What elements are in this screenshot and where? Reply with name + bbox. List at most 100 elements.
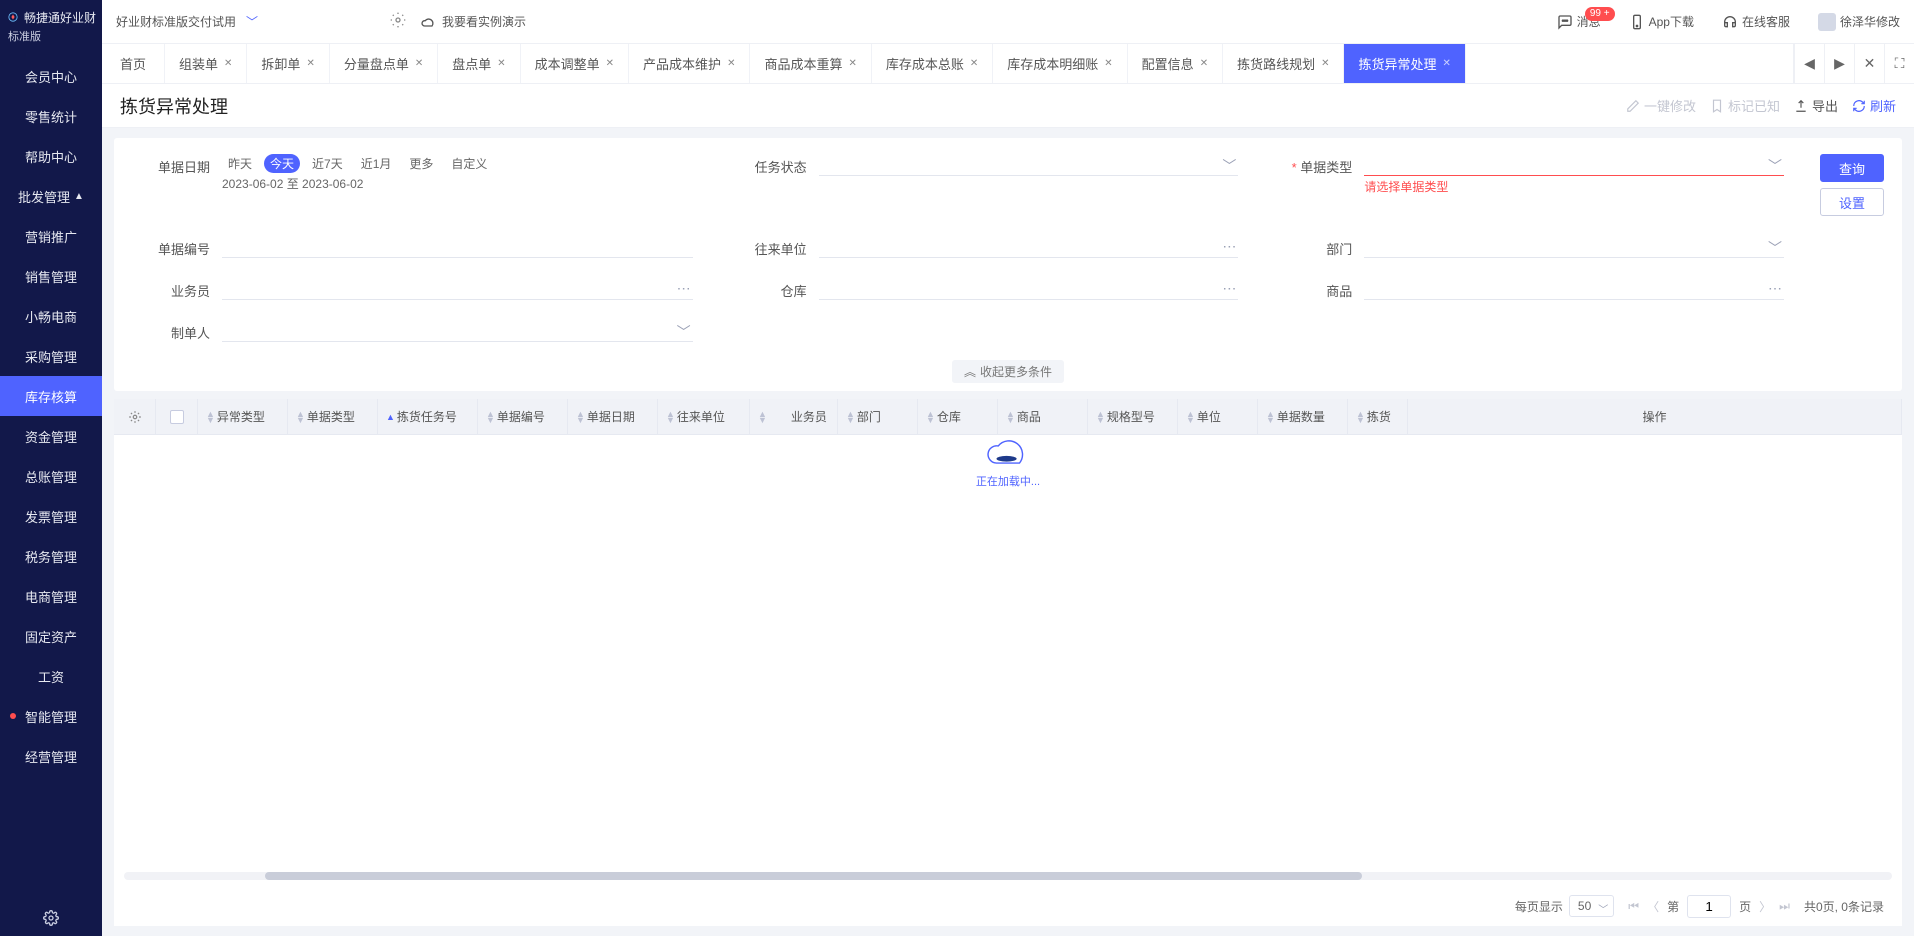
sidebar-item-wholesale[interactable]: 批发管理▲ bbox=[0, 176, 102, 216]
chevron-down-icon[interactable]: ﹀ bbox=[1222, 156, 1236, 176]
close-icon[interactable]: ✕ bbox=[306, 58, 314, 69]
date-tab-custom[interactable]: 自定义 bbox=[445, 154, 493, 173]
tab-assemble[interactable]: 组装单✕ bbox=[165, 44, 247, 83]
date-tab-more[interactable]: 更多 bbox=[403, 154, 439, 173]
chevron-down-icon[interactable]: ﹀ bbox=[677, 322, 691, 342]
more-icon[interactable]: ⋯ bbox=[1222, 280, 1236, 297]
tab-config[interactable]: 配置信息✕ bbox=[1128, 44, 1223, 83]
chevron-down-icon[interactable]: ﹀ bbox=[1768, 238, 1782, 258]
sidebar-item-fixed-assets[interactable]: 固定资产 bbox=[0, 616, 102, 656]
checkbox-header[interactable] bbox=[156, 399, 198, 434]
search-button[interactable]: 查询 bbox=[1820, 154, 1884, 182]
date-tab-last1m[interactable]: 近1月 bbox=[355, 154, 398, 173]
tab-close-all[interactable]: ✕ bbox=[1854, 44, 1884, 83]
sidebar-item-help[interactable]: 帮助中心 bbox=[0, 136, 102, 176]
date-tab-last7[interactable]: 近7天 bbox=[306, 154, 349, 173]
prev-page-button[interactable]: 〈 bbox=[1647, 898, 1659, 915]
tab-pick-route[interactable]: 拣货路线规划✕ bbox=[1223, 44, 1344, 83]
topbar-settings-button[interactable] bbox=[390, 12, 406, 31]
support-button[interactable]: 在线客服 bbox=[1722, 13, 1790, 30]
page-input[interactable] bbox=[1687, 895, 1731, 918]
date-tab-today[interactable]: 今天 bbox=[264, 154, 300, 173]
tab-disassemble[interactable]: 拆卸单✕ bbox=[247, 44, 329, 83]
sidebar-item-marketing[interactable]: 营销推广 bbox=[0, 216, 102, 256]
settings-button[interactable]: 设置 bbox=[1820, 188, 1884, 216]
col-warehouse[interactable]: ▲▼仓库 bbox=[918, 399, 998, 434]
more-icon[interactable]: ⋯ bbox=[1768, 280, 1782, 297]
fullscreen-button[interactable]: ⛶ bbox=[1884, 44, 1914, 83]
user-menu[interactable]: 徐泽华修改 bbox=[1818, 13, 1900, 31]
tab-inventory-detail[interactable]: 库存成本明细账✕ bbox=[993, 44, 1127, 83]
demo-link[interactable]: 我要看实例演示 bbox=[420, 13, 526, 30]
tab-partial-check[interactable]: 分量盘点单✕ bbox=[330, 44, 438, 83]
sidebar-item-tax[interactable]: 税务管理 bbox=[0, 536, 102, 576]
messages-button[interactable]: 消息 99 + bbox=[1557, 13, 1601, 30]
col-product[interactable]: ▲▼商品 bbox=[998, 399, 1088, 434]
sidebar-item-purchase[interactable]: 采购管理 bbox=[0, 336, 102, 376]
org-selector[interactable]: 好业财标准版交付试用 ﹀ bbox=[116, 13, 376, 30]
close-icon[interactable]: ✕ bbox=[606, 58, 614, 69]
chevron-down-icon[interactable]: ﹀ bbox=[1768, 156, 1782, 176]
tab-recalc[interactable]: 商品成本重算✕ bbox=[750, 44, 871, 83]
sidebar-item-biz-mgmt[interactable]: 经营管理 bbox=[0, 736, 102, 776]
close-icon[interactable]: ✕ bbox=[224, 58, 232, 69]
tab-pick-exception[interactable]: 拣货异常处理✕ bbox=[1344, 44, 1465, 83]
sidebar-item-ecommerce-mgmt[interactable]: 电商管理 bbox=[0, 576, 102, 616]
sidebar-item-salary[interactable]: 工资 bbox=[0, 656, 102, 696]
close-icon[interactable]: ✕ bbox=[415, 58, 423, 69]
department-select[interactable] bbox=[1364, 236, 1784, 258]
more-icon[interactable]: ⋯ bbox=[677, 280, 691, 297]
collapse-filters-button[interactable]: ︽ 收起更多条件 bbox=[952, 360, 1064, 383]
sidebar-item-funds[interactable]: 资金管理 bbox=[0, 416, 102, 456]
sidebar-item-invoice[interactable]: 发票管理 bbox=[0, 496, 102, 536]
col-doc-date[interactable]: ▲▼单据日期 bbox=[568, 399, 658, 434]
col-department[interactable]: ▲▼部门 bbox=[838, 399, 918, 434]
col-pick-task-no[interactable]: ▲拣货任务号 bbox=[378, 399, 478, 434]
col-unit[interactable]: ▲▼单位 bbox=[1178, 399, 1258, 434]
salesman-input[interactable] bbox=[222, 278, 693, 300]
tab-home[interactable]: 首页 bbox=[102, 44, 165, 83]
doc-no-input[interactable] bbox=[222, 236, 693, 258]
col-pick-qty[interactable]: ▲▼拣货 bbox=[1348, 399, 1408, 434]
tab-scroll-right[interactable]: ▶ bbox=[1824, 44, 1854, 83]
warehouse-input[interactable] bbox=[819, 278, 1239, 300]
col-exception-type[interactable]: ▲▼异常类型 bbox=[198, 399, 288, 434]
export-button[interactable]: 导出 bbox=[1794, 96, 1838, 115]
close-icon[interactable]: ✕ bbox=[727, 58, 735, 69]
close-icon[interactable]: ✕ bbox=[497, 58, 505, 69]
partner-input[interactable] bbox=[819, 236, 1239, 258]
sidebar-item-ecommerce-xc[interactable]: 小畅电商 bbox=[0, 296, 102, 336]
col-spec[interactable]: ▲▼规格型号 bbox=[1088, 399, 1178, 434]
date-tab-yesterday[interactable]: 昨天 bbox=[222, 154, 258, 173]
col-qty[interactable]: ▲▼单据数量 bbox=[1258, 399, 1348, 434]
sidebar-item-sales[interactable]: 销售管理 bbox=[0, 256, 102, 296]
close-icon[interactable]: ✕ bbox=[848, 58, 856, 69]
task-status-select[interactable] bbox=[819, 154, 1239, 176]
sidebar-item-member[interactable]: 会员中心 bbox=[0, 56, 102, 96]
col-salesman[interactable]: ▲▼业务员 bbox=[750, 399, 838, 434]
sidebar-item-inventory-cost[interactable]: 库存核算 bbox=[0, 376, 102, 416]
next-page-button[interactable]: 〉 bbox=[1759, 898, 1771, 915]
close-icon[interactable]: ✕ bbox=[970, 58, 978, 69]
tab-product-cost[interactable]: 产品成本维护✕ bbox=[629, 44, 750, 83]
tab-check[interactable]: 盘点单✕ bbox=[438, 44, 520, 83]
last-page-button[interactable]: ⏭ bbox=[1779, 899, 1790, 914]
first-page-button[interactable]: ⏮ bbox=[1628, 899, 1639, 914]
sidebar-item-smart-mgmt[interactable]: 智能管理 bbox=[0, 696, 102, 736]
tab-scroll-left[interactable]: ◀ bbox=[1794, 44, 1824, 83]
scrollbar-thumb[interactable] bbox=[265, 872, 1361, 880]
tab-inventory-ledger[interactable]: 库存成本总账✕ bbox=[872, 44, 993, 83]
app-download-button[interactable]: App下载 bbox=[1629, 13, 1694, 30]
close-icon[interactable]: ✕ bbox=[1104, 58, 1112, 69]
sidebar-settings-button[interactable] bbox=[0, 900, 102, 936]
tab-cost-adjust[interactable]: 成本调整单✕ bbox=[521, 44, 629, 83]
sidebar-item-retail-stats[interactable]: 零售统计 bbox=[0, 96, 102, 136]
creator-select[interactable] bbox=[222, 320, 693, 342]
col-partner[interactable]: ▲▼往来单位 bbox=[658, 399, 750, 434]
product-input[interactable] bbox=[1364, 278, 1784, 300]
col-doc-type[interactable]: ▲▼单据类型 bbox=[288, 399, 378, 434]
close-icon[interactable]: ✕ bbox=[1443, 58, 1451, 69]
doc-type-select[interactable] bbox=[1364, 154, 1784, 176]
sidebar-item-ledger[interactable]: 总账管理 bbox=[0, 456, 102, 496]
close-icon[interactable]: ✕ bbox=[1321, 58, 1329, 69]
